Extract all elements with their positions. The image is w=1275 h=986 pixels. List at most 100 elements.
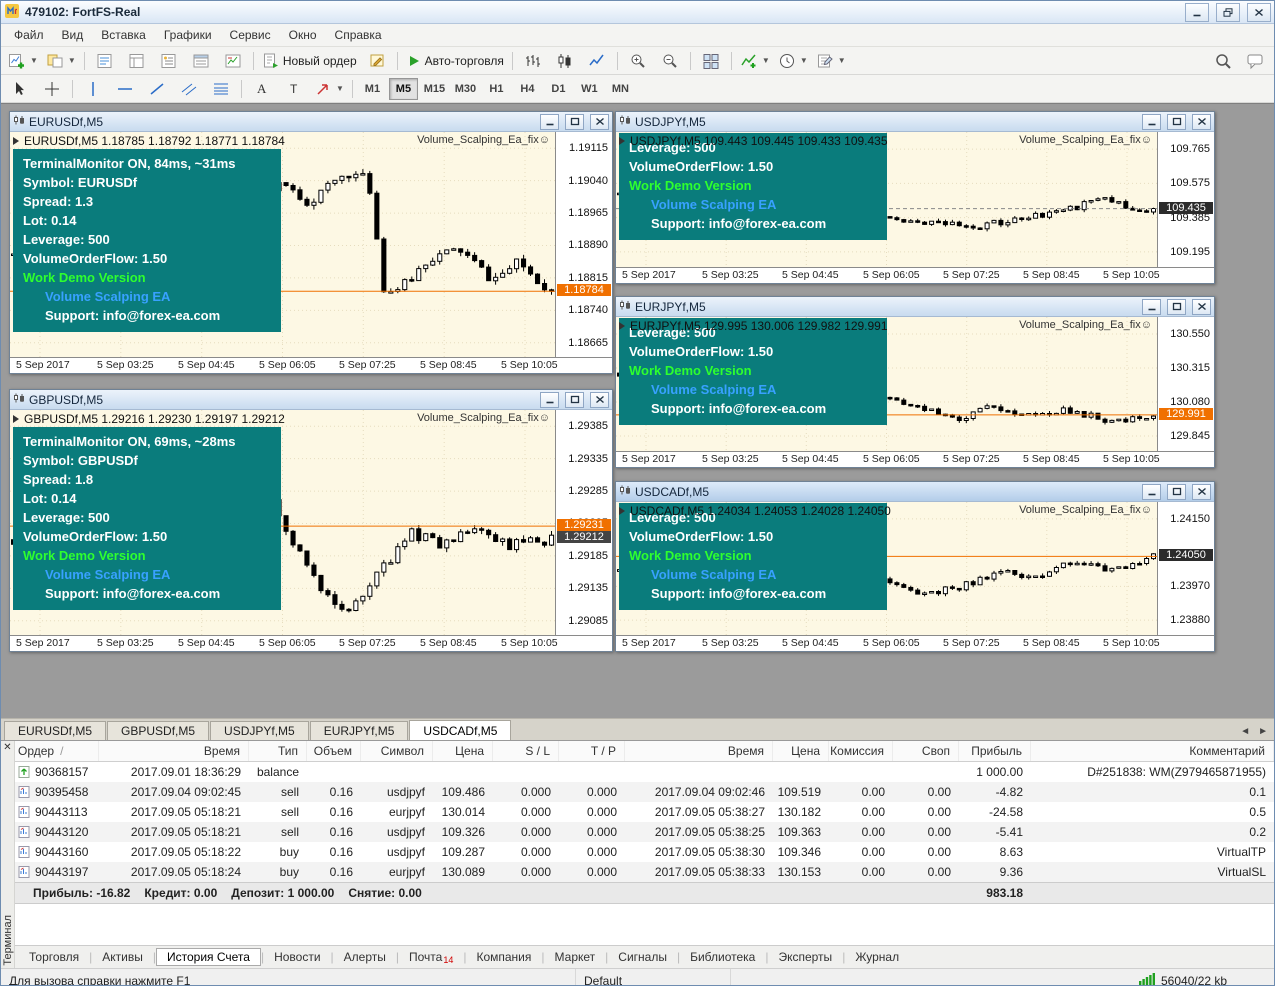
column-header-Время[interactable]: Время xyxy=(99,741,249,761)
terminal-tab-Компания[interactable]: Компания xyxy=(466,948,541,966)
periods-button[interactable]: ▼ xyxy=(774,49,812,73)
price-scale[interactable]: 1.24150 1.23970 1.23880 1.24050 xyxy=(1157,502,1214,635)
column-header-Время[interactable]: Время xyxy=(625,741,773,761)
chart-window-titlebar[interactable]: GBPUSDf,M5 xyxy=(10,390,612,410)
cursor-tool-button[interactable] xyxy=(4,77,36,101)
menu-item-Окно[interactable]: Окно xyxy=(280,25,326,45)
time-axis[interactable]: 5 Sep 2017 5 Sep 03:25 5 Sep 04:45 5 Sep 06… xyxy=(10,357,612,373)
chart-maximize-button[interactable] xyxy=(1167,298,1186,315)
crosshair-tool-button[interactable] xyxy=(36,77,68,101)
chart-tab-USDCADf,M5[interactable]: USDCADf,M5 xyxy=(409,720,512,740)
time-axis[interactable]: 5 Sep 2017 5 Sep 03:25 5 Sep 04:45 5 Sep 06… xyxy=(616,451,1214,467)
status-profile[interactable]: Default xyxy=(576,969,731,985)
menu-item-Файл[interactable]: Файл xyxy=(5,25,53,45)
trendline-tool-button[interactable] xyxy=(141,77,173,101)
menu-item-Сервис[interactable]: Сервис xyxy=(221,25,280,45)
chart-close-button[interactable] xyxy=(590,391,609,408)
table-row[interactable]: 90443120 2017.09.05 05:18:21 sell 0.16 usdjp… xyxy=(15,822,1274,842)
chart-minimize-button[interactable] xyxy=(1142,113,1161,130)
column-header-Тип[interactable]: Тип xyxy=(249,741,307,761)
data-window-button[interactable] xyxy=(121,49,153,73)
one-click-trading-arrow-icon[interactable] xyxy=(619,507,625,515)
scroll-right-icon[interactable]: ► xyxy=(1255,726,1271,737)
timeframe-button-M5[interactable]: M5 xyxy=(388,77,418,100)
profiles-button[interactable]: ▼ xyxy=(42,49,80,73)
chart-window-usdjpyf[interactable]: USDJPYf,M5 USDJPYf,M5 109.443 109.445 109… xyxy=(615,111,1215,284)
label-tool-button[interactable]: T xyxy=(278,77,310,101)
chart-tab-USDJPYf,M5[interactable]: USDJPYf,M5 xyxy=(210,721,309,740)
price-scale[interactable]: 130.550 130.315 130.080 129.845 129.991 xyxy=(1157,317,1214,451)
column-header-S / L[interactable]: S / L xyxy=(493,741,559,761)
menu-item-Справка[interactable]: Справка xyxy=(326,25,391,45)
chart-minimize-button[interactable] xyxy=(1142,298,1161,315)
one-click-trading-arrow-icon[interactable] xyxy=(619,322,625,330)
horizontal-line-tool-button[interactable] xyxy=(109,77,141,101)
chart-window-usdcadf[interactable]: USDCADf,M5 USDCADf,M5 1.24034 1.24053 1.2… xyxy=(615,481,1215,652)
tile-windows-button[interactable] xyxy=(695,49,727,73)
restore-button[interactable] xyxy=(1216,2,1240,22)
timeframe-button-H4[interactable]: H4 xyxy=(513,78,542,100)
table-row[interactable]: 90395458 2017.09.04 09:02:45 sell 0.16 usdjp… xyxy=(15,782,1274,802)
new-chart-button[interactable]: ▼ xyxy=(4,49,42,73)
one-click-trading-arrow-icon[interactable] xyxy=(13,137,19,145)
chart-plot-area[interactable]: USDCADf,M5 1.24034 1.24053 1.24028 1.240… xyxy=(616,502,1157,635)
time-axis[interactable]: 5 Sep 2017 5 Sep 03:25 5 Sep 04:45 5 Sep 06… xyxy=(10,635,612,651)
scroll-left-icon[interactable]: ◄ xyxy=(1237,726,1253,737)
column-header-Цена[interactable]: Цена xyxy=(773,741,829,761)
search-button[interactable] xyxy=(1207,49,1239,73)
chart-minimize-button[interactable] xyxy=(540,391,559,408)
auto-trading-button[interactable]: Авто-торговля xyxy=(402,49,508,73)
terminal-button[interactable] xyxy=(185,49,217,73)
column-header-Прибыль[interactable]: Прибыль xyxy=(959,741,1031,761)
column-header-Своп[interactable]: Своп xyxy=(893,741,959,761)
text-tool-button[interactable]: A xyxy=(246,77,278,101)
chart-plot-area[interactable]: EURJPYf,M5 129.995 130.006 129.982 129.9… xyxy=(616,317,1157,451)
table-row[interactable]: 90443197 2017.09.05 05:18:24 buy 0.16 eurjpy… xyxy=(15,862,1274,882)
table-row[interactable]: 90443160 2017.09.05 05:18:22 buy 0.16 usdjpy… xyxy=(15,842,1274,862)
menu-item-Графики[interactable]: Графики xyxy=(155,25,221,45)
strategy-tester-button[interactable] xyxy=(217,49,249,73)
chart-plot-area[interactable]: GBPUSDf,M5 1.29216 1.29230 1.29197 1.292… xyxy=(10,410,555,635)
terminal-tab-Алерты[interactable]: Алерты xyxy=(334,948,396,966)
column-header-Символ[interactable]: Символ xyxy=(361,741,433,761)
title-bar[interactable]: 479102: FortFS-Real xyxy=(1,1,1274,24)
chart-window-gbpusdf[interactable]: GBPUSDf,M5 GBPUSDf,M5 1.29216 1.29230 1.2… xyxy=(9,389,613,652)
chart-window-titlebar[interactable]: EURUSDf,M5 xyxy=(10,112,612,132)
templates-button[interactable]: ▼ xyxy=(812,49,850,73)
chart-window-eurjpyf[interactable]: EURJPYf,M5 EURJPYf,M5 129.995 130.006 129… xyxy=(615,296,1215,468)
terminal-tab-Маркет[interactable]: Маркет xyxy=(545,948,606,966)
chart-window-titlebar[interactable]: USDCADf,M5 xyxy=(616,482,1214,502)
column-header-Цена[interactable]: Цена xyxy=(433,741,493,761)
column-header-Объем[interactable]: Объем xyxy=(307,741,361,761)
column-header-Ордер[interactable]: Ордер / xyxy=(15,741,99,761)
chart-close-button[interactable] xyxy=(1192,298,1211,315)
terminal-close-icon[interactable]: ✕ xyxy=(3,743,11,753)
terminal-tab-Активы[interactable]: Активы xyxy=(92,948,153,966)
navigator-button[interactable] xyxy=(153,49,185,73)
terminal-tab-Торговля[interactable]: Торговля xyxy=(19,948,89,966)
timeframe-button-MN[interactable]: MN xyxy=(606,78,635,100)
terminal-tab-Эксперты[interactable]: Эксперты xyxy=(768,948,842,966)
fibonacci-tool-button[interactable] xyxy=(205,77,237,101)
chat-button[interactable] xyxy=(1239,49,1271,73)
timeframe-button-M15[interactable]: M15 xyxy=(420,78,449,100)
zoom-in-button[interactable] xyxy=(622,49,654,73)
timeframe-button-H1[interactable]: H1 xyxy=(482,78,511,100)
time-axis[interactable]: 5 Sep 2017 5 Sep 03:25 5 Sep 04:45 5 Sep 06… xyxy=(616,635,1214,651)
column-header-T / P[interactable]: T / P xyxy=(559,741,625,761)
menu-item-Вставка[interactable]: Вставка xyxy=(92,25,155,45)
chart-tab-EURUSDf,M5[interactable]: EURUSDf,M5 xyxy=(4,721,107,740)
chart-close-button[interactable] xyxy=(590,113,609,130)
market-watch-button[interactable] xyxy=(89,49,121,73)
arrows-tool-button[interactable]: ▼ xyxy=(310,77,348,101)
chart-maximize-button[interactable] xyxy=(1167,483,1186,500)
terminal-tab-Почта[interactable]: Почта 14 xyxy=(399,948,463,967)
chart-close-button[interactable] xyxy=(1192,483,1211,500)
timeframe-button-D1[interactable]: D1 xyxy=(544,78,573,100)
chart-plot-area[interactable]: USDJPYf,M5 109.443 109.445 109.433 109.4… xyxy=(616,132,1157,267)
column-header-Комиссия[interactable]: Комиссия xyxy=(829,741,893,761)
vertical-line-tool-button[interactable] xyxy=(77,77,109,101)
chart-maximize-button[interactable] xyxy=(565,391,584,408)
terminal-tab-Сигналы[interactable]: Сигналы xyxy=(608,948,677,966)
terminal-tab-Журнал[interactable]: Журнал xyxy=(845,948,909,966)
